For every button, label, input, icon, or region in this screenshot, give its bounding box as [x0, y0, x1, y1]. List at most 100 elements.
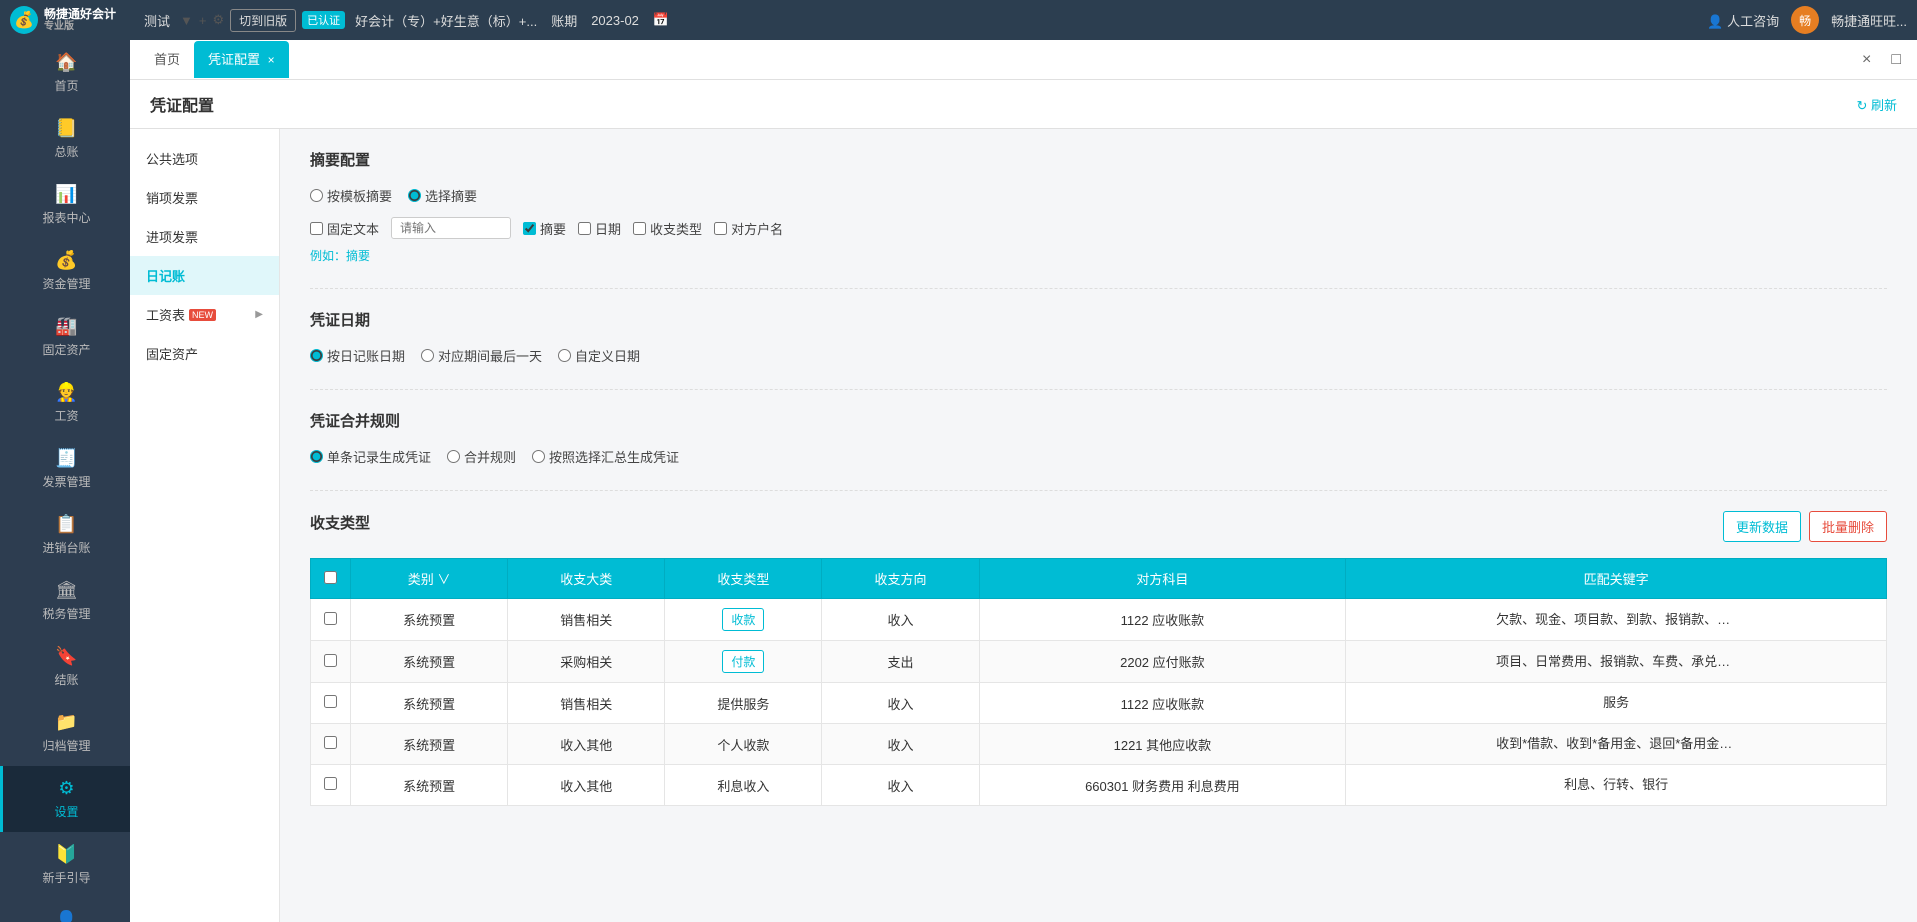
- sidebar-label-10: 归档管理: [42, 737, 90, 754]
- row-checkbox-4[interactable]: [311, 765, 351, 806]
- row-category-1: 系统预置: [351, 641, 508, 683]
- summary-checkbox-row: 固定文本 摘要 日期 收支类型: [310, 217, 1887, 239]
- sidebar-label-7: 进销台账: [42, 539, 90, 556]
- refresh-btn[interactable]: ↻ 刷新: [1856, 95, 1897, 114]
- batch-delete-btn[interactable]: 批量删除: [1809, 511, 1887, 542]
- radio-merge-rules[interactable]: 合并规则: [447, 447, 516, 466]
- maximize-btn[interactable]: □: [1885, 49, 1907, 71]
- sidebar-icon-1: 📒: [55, 118, 77, 139]
- sidebar-item-3[interactable]: 💰资金管理: [0, 238, 130, 304]
- date-section: 凭证日期 按日记账日期 对应期间最后一天 自定义日期: [310, 309, 1887, 365]
- user-avatar: 畅: [1791, 6, 1819, 34]
- row-category-0: 系统预置: [351, 599, 508, 641]
- row-account-0: 1122 应收账款: [979, 599, 1346, 641]
- th-keywords: 匹配关键字: [1346, 559, 1887, 599]
- type-tag-0[interactable]: 收款: [722, 608, 764, 631]
- th-checkbox: [311, 559, 351, 599]
- radio-custom-date[interactable]: 自定义日期: [558, 346, 640, 365]
- sidebar-icon-2: 📊: [55, 184, 77, 205]
- row-direction-3: 收入: [822, 724, 979, 765]
- new-badge: NEW: [189, 309, 216, 321]
- row-checkbox-1[interactable]: [311, 641, 351, 683]
- row-big-class-2: 销售相关: [508, 683, 665, 724]
- radio-journal-date[interactable]: 按日记账日期: [310, 346, 405, 365]
- checkbox-0[interactable]: [324, 612, 337, 625]
- top-header: 💰 畅捷通好会计 专业版 测试 ▼ + ⚙ 首页 切到旧版 已认证 好会计（专）…: [0, 0, 1917, 40]
- arrow-icon: ▶: [255, 309, 263, 320]
- row-checkbox-0[interactable]: [311, 599, 351, 641]
- consult-link[interactable]: 👤 人工咨询: [1707, 11, 1779, 30]
- sub-nav-item-public[interactable]: 公共选项: [130, 139, 279, 178]
- tab-home[interactable]: 首页: [140, 41, 194, 78]
- radio-select[interactable]: 选择摘要: [408, 186, 477, 205]
- sub-nav-item-journal[interactable]: 日记账: [130, 256, 279, 295]
- sidebar-item-9[interactable]: 🔖 结账: [0, 634, 130, 700]
- update-data-btn[interactable]: 更新数据: [1723, 511, 1801, 542]
- radio-period-last[interactable]: 对应期间最后一天: [421, 346, 542, 365]
- row-type-4: 利息收入: [665, 765, 822, 806]
- sidebar-icon-4: 🏭: [55, 316, 77, 337]
- sidebar-item-8[interactable]: 🏛税务管理: [0, 568, 130, 634]
- username: 畅捷通旺旺...: [1831, 11, 1907, 30]
- sidebar-item-7[interactable]: 📋进销台账: [0, 502, 130, 568]
- body-area: 公共选项 销项发票 进项发票 日记账 工资表 NEW ▶ 固定资产 摘要配置: [130, 129, 1917, 922]
- company-selector[interactable]: 测试: [140, 11, 174, 30]
- checkbox-pay-type[interactable]: 收支类型: [633, 219, 702, 238]
- type-tag-1[interactable]: 付款: [722, 650, 764, 673]
- row-account-2: 1122 应收账款: [979, 683, 1346, 724]
- page-content: 凭证配置 ↻ 刷新 公共选项 销项发票 进项发票 日记账 工资表 NEW ▶ 固…: [130, 80, 1917, 922]
- sidebar-icon-12: 🔰: [55, 844, 77, 865]
- sidebar-item-4[interactable]: 🏭 固定资产: [0, 304, 130, 370]
- sidebar-icon-13: 👤: [55, 910, 77, 922]
- sidebar-item-0[interactable]: 🏠首页: [0, 40, 130, 106]
- sidebar-label-9: 结账: [54, 671, 78, 688]
- sidebar-item-1[interactable]: 📒总账: [0, 106, 130, 172]
- minimize-btn[interactable]: ×: [1856, 49, 1877, 71]
- sidebar-item-5[interactable]: 👷工资: [0, 370, 130, 436]
- sidebar-item-13[interactable]: 👤畅会员: [0, 898, 130, 922]
- checkbox-1[interactable]: [324, 654, 337, 667]
- select-all-checkbox[interactable]: [324, 571, 337, 584]
- checkbox-2[interactable]: [324, 695, 337, 708]
- sidebar-item-2[interactable]: 📊报表中心: [0, 172, 130, 238]
- period-value[interactable]: 2023-02: [587, 13, 643, 28]
- content-area: 首页 凭证配置 × × □ 凭证配置 ↻ 刷新 公共选项 销项发: [130, 40, 1917, 922]
- row-keywords-1: 项目、日常费用、报销款、车费、承兑汇票、付款: [1346, 641, 1887, 683]
- row-direction-0: 收入: [822, 599, 979, 641]
- merge-section: 凭证合并规则 单条记录生成凭证 合并规则 按照选择汇总生成凭证: [310, 410, 1887, 466]
- table-row: 系统预置 销售相关 提供服务 收入 1122 应收账款 服务: [311, 683, 1887, 724]
- divider-3: [310, 490, 1887, 491]
- config-area: 摘要配置 按模板摘要 选择摘要 固定文本: [280, 129, 1917, 922]
- sidebar-item-11[interactable]: ⚙设置: [0, 766, 130, 832]
- checkbox-3[interactable]: [324, 736, 337, 749]
- sidebar-item-10[interactable]: 📁归档管理: [0, 700, 130, 766]
- sidebar: 🏠首页📒总账📊报表中心💰资金管理🏭固定资产👷工资🧾发票管理📋进销台账🏛税务管理🔖…: [0, 40, 130, 922]
- sidebar-icon-9: 🔖: [55, 646, 77, 667]
- radio-template[interactable]: 按模板摘要: [310, 186, 392, 205]
- fixed-text-input[interactable]: [391, 217, 511, 239]
- th-account: 对方科目: [979, 559, 1346, 599]
- sidebar-label-4: 固定资产: [42, 341, 90, 358]
- tab-voucher-config[interactable]: 凭证配置 ×: [194, 41, 289, 78]
- row-checkbox-2[interactable]: [311, 683, 351, 724]
- checkbox-4[interactable]: [324, 777, 337, 790]
- tab-close-btn[interactable]: ×: [268, 53, 275, 67]
- sub-nav-item-sales[interactable]: 销项发票: [130, 178, 279, 217]
- row-checkbox-3[interactable]: [311, 724, 351, 765]
- sub-nav-item-fixed-assets[interactable]: 固定资产: [130, 334, 279, 373]
- row-category-4: 系统预置: [351, 765, 508, 806]
- checkbox-counterparty[interactable]: 对方户名: [714, 219, 783, 238]
- checkbox-summary[interactable]: 摘要: [523, 219, 566, 238]
- sidebar-item-6[interactable]: 🧾发票管理: [0, 436, 130, 502]
- row-type-3: 个人收款: [665, 724, 822, 765]
- sidebar-item-12[interactable]: 🔰新手引导: [0, 832, 130, 898]
- sub-nav-item-payroll[interactable]: 工资表 NEW ▶: [130, 295, 279, 334]
- checkbox-fixed-text[interactable]: 固定文本: [310, 219, 379, 238]
- calendar-icon[interactable]: 📅: [649, 12, 673, 28]
- checkbox-date[interactable]: 日期: [578, 219, 621, 238]
- radio-summary-gen[interactable]: 按照选择汇总生成凭证: [532, 447, 679, 466]
- radio-single[interactable]: 单条记录生成凭证: [310, 447, 431, 466]
- version-btn[interactable]: 切到旧版: [230, 9, 296, 32]
- sidebar-icon-8: 🏛: [55, 580, 78, 601]
- sub-nav-item-purchase[interactable]: 进项发票: [130, 217, 279, 256]
